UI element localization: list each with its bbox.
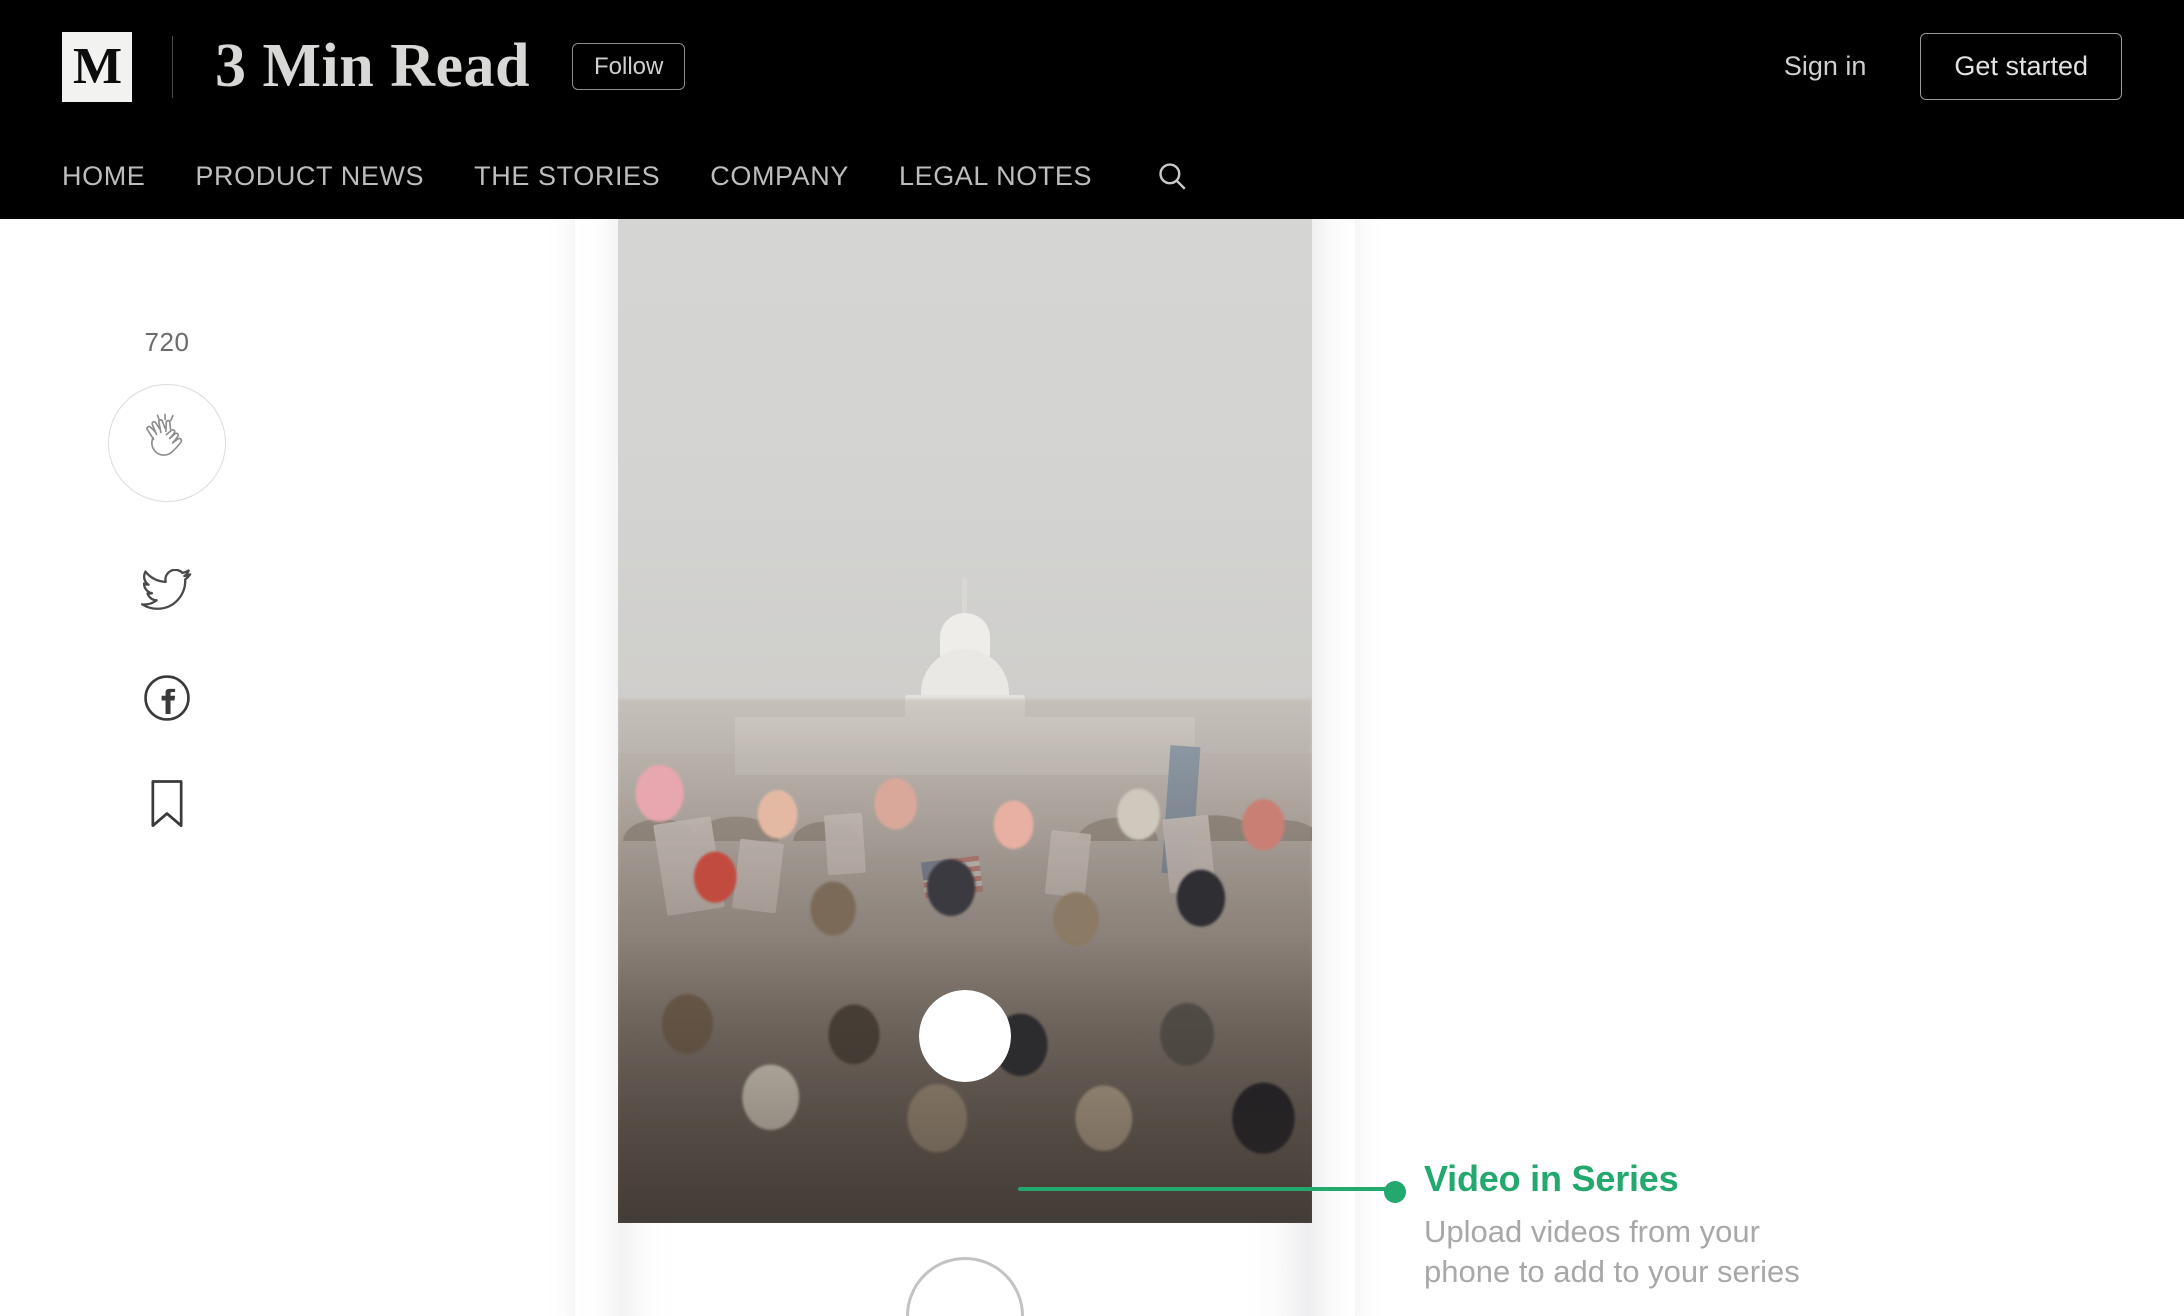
- annotation-callout: Video in Series Upload videos from your …: [1424, 1157, 1824, 1292]
- twitter-icon: [140, 568, 193, 620]
- brand-divider: [172, 35, 173, 98]
- annotation-line: [1018, 1187, 1388, 1191]
- nav-item-product-news[interactable]: PRODUCT NEWS: [195, 161, 424, 192]
- annotation-title: Video in Series: [1424, 1158, 1679, 1199]
- medium-logo[interactable]: M: [62, 31, 132, 102]
- play-button[interactable]: [919, 990, 1011, 1082]
- search-icon[interactable]: [1152, 156, 1192, 196]
- bookmark-button[interactable]: [137, 776, 197, 836]
- header-top-bar: M 3 Min Read Follow Sign in Get started: [0, 0, 2184, 133]
- follow-button[interactable]: Follow: [572, 42, 686, 91]
- nav-item-company[interactable]: COMPANY: [710, 161, 849, 192]
- phone-mockup: [575, 219, 1355, 1316]
- get-started-button[interactable]: Get started: [1920, 33, 2122, 100]
- brand-block: M 3 Min Read Follow: [0, 31, 686, 102]
- header-actions: Sign in Get started: [1784, 0, 2122, 133]
- sign-in-link[interactable]: Sign in: [1784, 51, 1867, 82]
- bookmark-icon: [147, 779, 187, 834]
- article-action-rail: 720: [72, 219, 262, 836]
- clap-count: 720: [144, 327, 190, 357]
- nav-item-legal-notes[interactable]: LEGAL NOTES: [899, 161, 1092, 192]
- twitter-share-button[interactable]: [137, 564, 197, 624]
- article-body: 720 Video in Series Upload videos from y…: [0, 219, 2184, 1316]
- primary-navigation: HOME PRODUCT NEWS THE STORIES COMPANY LE…: [0, 133, 2184, 219]
- annotation-dot: [1384, 1181, 1406, 1203]
- facebook-icon: [142, 673, 192, 728]
- facebook-share-button[interactable]: [137, 670, 197, 730]
- clapping-hands-icon: [136, 410, 198, 477]
- nav-item-home[interactable]: HOME: [62, 161, 145, 192]
- publication-title: 3 Min Read: [215, 32, 530, 100]
- site-header: M 3 Min Read Follow Sign in Get started …: [0, 0, 2184, 219]
- nav-item-the-stories[interactable]: THE STORIES: [474, 161, 660, 192]
- clap-button[interactable]: [108, 384, 226, 502]
- annotation-description: Upload videos from your phone to add to …: [1424, 1214, 1800, 1289]
